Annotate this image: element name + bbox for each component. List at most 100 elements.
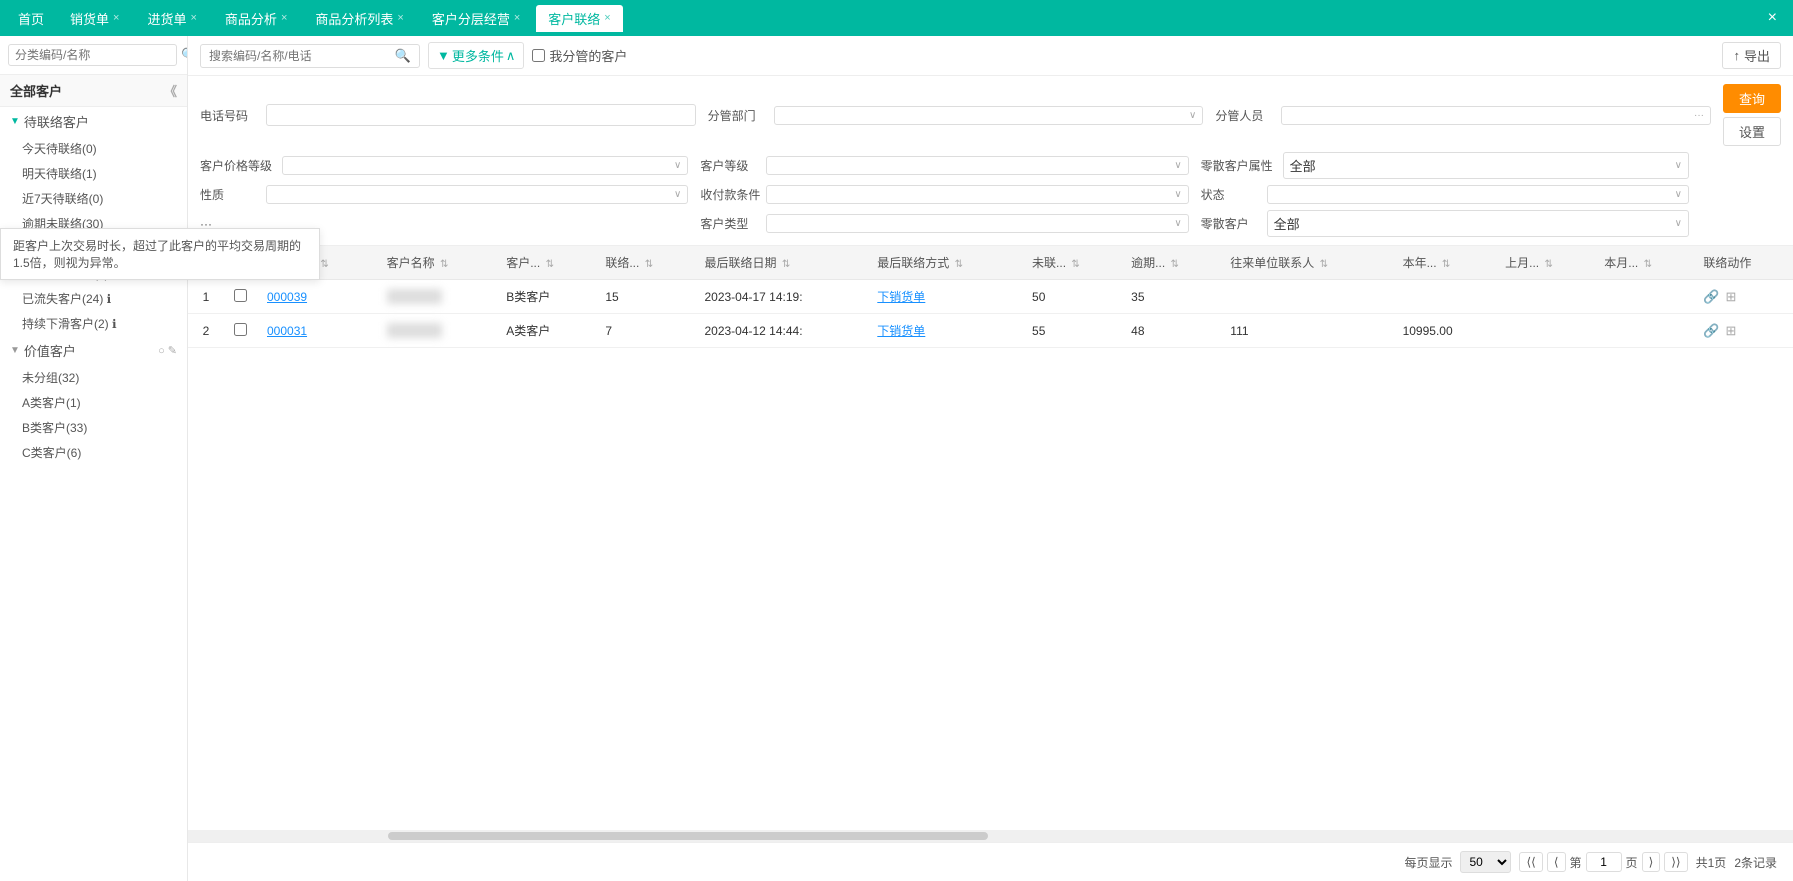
sidebar-search-icon[interactable]: 🔍 — [181, 47, 188, 63]
more-conditions-label: 更多条件 — [452, 46, 504, 65]
label-price-grade: 客户价格等级 — [200, 157, 276, 174]
my-customer-checkbox-wrap[interactable]: 我分管的客户 — [532, 46, 627, 65]
select-person[interactable]: ··· — [1281, 106, 1711, 125]
page-suffix: 页 — [1626, 854, 1638, 871]
th-this-year: 本年... ⇅ — [1393, 246, 1496, 280]
select-payment[interactable]: ∨ — [766, 185, 1188, 204]
td-actions-1[interactable]: 🔗 ⊞ — [1693, 280, 1793, 314]
action-icon-link-2[interactable]: 🔗 — [1703, 323, 1719, 339]
td-this-year-2: 10995.00 — [1393, 314, 1496, 348]
sidebar-item-tomorrow[interactable]: 明天待联络(1) — [0, 161, 187, 186]
select-customer-type[interactable]: ∨ — [766, 214, 1188, 233]
sidebar-search-input[interactable] — [8, 44, 177, 66]
filter-row-scatter-attr: 零散客户属性 全部 ∨ — [1201, 152, 1689, 179]
sidebar-item-ungroup[interactable]: 未分组(32) — [0, 365, 187, 390]
action-icon-grid-1[interactable]: ⊞ — [1726, 289, 1737, 305]
td-last-month-1 — [1495, 280, 1594, 314]
nav-tab-analysis[interactable]: 商品分析 × — [213, 5, 299, 32]
pagination-bar: 每页显示 50 100 200 ⟨⟨ ⟨ 第 页 ⟩ ⟩⟩ 共1页 2条记录 — [188, 842, 1793, 881]
label-dept: 分管部门 — [708, 107, 768, 124]
select-scatter-customer-value: 全部 — [1274, 214, 1300, 233]
query-button[interactable]: 查询 — [1723, 84, 1781, 113]
td-code-1[interactable]: 000039 — [257, 280, 377, 314]
filter-row-payment: 收付款条件 ∨ — [700, 185, 1188, 204]
first-page-button[interactable]: ⟨⟨ — [1519, 852, 1542, 872]
sidebar-item-churned[interactable]: 已流失客户(24) ℹ — [0, 286, 187, 311]
main-search-input[interactable] — [209, 49, 395, 63]
td-not-contacted-2: 55 — [1022, 314, 1121, 348]
close-customer-tier-tab[interactable]: × — [514, 12, 520, 24]
label-scatter-customer: 零散客户 — [1201, 215, 1261, 232]
td-last-contact-method-2[interactable]: 下销货单 — [867, 314, 1022, 348]
per-page-select[interactable]: 50 100 200 — [1460, 851, 1511, 873]
window-close-button[interactable]: × — [1760, 9, 1785, 27]
content-area: 🔍 ▼ 更多条件 ∧ 我分管的客户 ↑ 导出 电话号码 — [188, 36, 1793, 881]
table-row: 1 000039 ██████ B类客户 15 2023-04-17 14:19… — [188, 280, 1793, 314]
close-purchase-tab[interactable]: × — [190, 12, 196, 24]
select-dept[interactable]: ∨ — [774, 106, 1204, 125]
close-analysis-list-tab[interactable]: × — [397, 12, 403, 24]
nav-tab-customer-tier[interactable]: 客户分层经营 × — [420, 5, 532, 32]
next-page-button[interactable]: ⟩ — [1642, 852, 1661, 872]
td-code-2[interactable]: 000031 — [257, 314, 377, 348]
sidebar-collapse-icon[interactable]: 《 — [164, 81, 177, 100]
action-icon-grid-2[interactable]: ⊞ — [1726, 323, 1737, 339]
select-person-arrow: ··· — [1694, 110, 1704, 121]
td-this-month-2 — [1594, 314, 1693, 348]
row-2-checkbox[interactable] — [234, 323, 247, 336]
nav-tab-analysis-list[interactable]: 商品分析列表 × — [303, 5, 415, 32]
sidebar-item-today[interactable]: 今天待联络(0) — [0, 136, 187, 161]
input-phone[interactable] — [266, 104, 696, 126]
td-actions-2[interactable]: 🔗 ⊞ — [1693, 314, 1793, 348]
close-analysis-tab[interactable]: × — [281, 12, 287, 24]
settings-button[interactable]: 设置 — [1723, 117, 1781, 146]
nav-tab-customer-contact[interactable]: 客户联络 × — [536, 5, 622, 32]
prev-page-button[interactable]: ⟨ — [1547, 852, 1566, 872]
select-nature[interactable]: ∨ — [266, 185, 688, 204]
page-number-input[interactable] — [1586, 852, 1622, 872]
td-overdue-1: 35 — [1121, 280, 1220, 314]
sidebar-item-class-a[interactable]: A类客户(1) — [0, 390, 187, 415]
tree-group-pending[interactable]: ▼ 待联络客户 — [0, 107, 187, 136]
scrollbar-thumb[interactable] — [388, 832, 988, 840]
action-icon-link-1[interactable]: 🔗 — [1703, 289, 1719, 305]
close-customer-contact-tab[interactable]: × — [604, 12, 610, 24]
horizontal-scrollbar[interactable] — [188, 830, 1793, 842]
sidebar-item-declining[interactable]: 持续下滑客户(2) ℹ — [0, 311, 187, 336]
sidebar-item-class-c[interactable]: C类客户(6) — [0, 440, 187, 465]
nav-tab-home[interactable]: 首页 — [8, 5, 54, 32]
sidebar-value-group[interactable]: ▼ 价值客户 ○ ✎ — [0, 336, 187, 365]
td-this-year-1 — [1393, 280, 1496, 314]
select-status[interactable]: ∨ — [1267, 185, 1689, 204]
sidebar-item-class-b[interactable]: B类客户(33) — [0, 415, 187, 440]
filter-row-customer-type: 客户类型 ∨ — [700, 210, 1188, 237]
sidebar-tree: ▼ 待联络客户 今天待联络(0) 明天待联络(1) 近7天待联络(0) 逾期未联… — [0, 107, 187, 881]
main-search-icon[interactable]: 🔍 — [395, 48, 411, 64]
td-not-contacted-1: 50 — [1022, 280, 1121, 314]
select-scatter-attr[interactable]: 全部 ∨ — [1283, 152, 1689, 179]
export-button[interactable]: ↑ 导出 — [1722, 42, 1781, 69]
th-name: 客户名称 ⇅ — [377, 246, 497, 280]
last-page-button[interactable]: ⟩⟩ — [1664, 852, 1687, 872]
my-customer-checkbox[interactable] — [532, 49, 545, 62]
label-person: 分管人员 — [1215, 107, 1275, 124]
td-last-contact-date-2: 2023-04-12 14:44: — [694, 314, 867, 348]
row-1-checkbox[interactable] — [234, 289, 247, 302]
export-label: 导出 — [1744, 46, 1770, 65]
filter-icon: ▼ — [437, 48, 450, 63]
more-conditions-button[interactable]: ▼ 更多条件 ∧ — [428, 42, 524, 69]
nav-tab-purchase[interactable]: 进货单 × — [135, 5, 208, 32]
sidebar-item-7days[interactable]: 近7天待联络(0) — [0, 186, 187, 211]
close-sales-tab[interactable]: × — [113, 12, 119, 24]
filter-row-scatter-customer: 零散客户 全部 ∨ — [1201, 210, 1689, 237]
total-records-label: 2条记录 — [1734, 854, 1777, 871]
select-price-grade[interactable]: ∨ — [282, 156, 688, 175]
label-customer-type: 客户类型 — [700, 215, 760, 232]
td-last-contact-method-1[interactable]: 下销货单 — [867, 280, 1022, 314]
page-nav: ⟨⟨ ⟨ 第 页 ⟩ ⟩⟩ — [1519, 852, 1687, 872]
select-customer-grade[interactable]: ∨ — [766, 156, 1188, 175]
export-icon: ↑ — [1733, 48, 1740, 63]
select-scatter-customer[interactable]: 全部 ∨ — [1267, 210, 1689, 237]
nav-tab-sales[interactable]: 销货单 × — [58, 5, 131, 32]
th-type: 客户... ⇅ — [496, 246, 595, 280]
